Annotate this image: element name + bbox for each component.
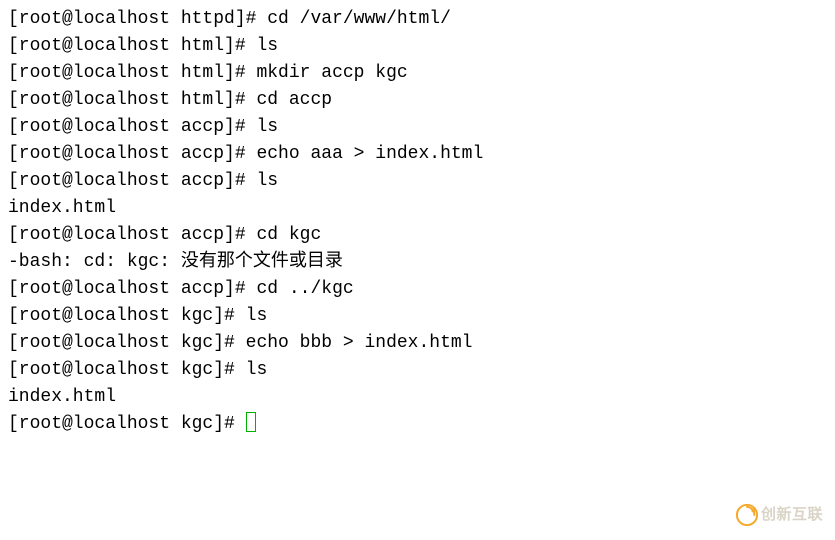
watermark: 创新互联 [736,504,823,527]
terminal-command-line: [root@localhost accp]# ls [8,168,827,195]
command-text: ls [246,306,268,326]
shell-prompt: [root@localhost kgc]# [8,306,246,326]
terminal-command-line: [root@localhost html]# ls [8,33,827,60]
terminal-command-line: [root@localhost kgc]# ls [8,357,827,384]
command-text: cd /var/www/html/ [267,9,451,29]
shell-prompt: [root@localhost kgc]# [8,360,246,380]
command-text: mkdir accp kgc [256,63,407,83]
terminal-command-line: [root@localhost kgc]# echo bbb > index.h… [8,330,827,357]
command-text: ls [246,360,268,380]
command-text: cd accp [256,90,332,110]
watermark-text: 创新互联 [761,504,823,527]
command-text: echo aaa > index.html [256,144,483,164]
terminal-command-line: [root@localhost accp]# echo aaa > index.… [8,141,827,168]
output-text: -bash: cd: kgc: 没有那个文件或目录 [8,252,343,272]
cursor[interactable] [246,412,256,432]
shell-prompt: [root@localhost kgc]# [8,414,246,434]
terminal-command-line: [root@localhost html]# mkdir accp kgc [8,60,827,87]
shell-prompt: [root@localhost html]# [8,36,256,56]
terminal-output-line: index.html [8,384,827,411]
shell-prompt: [root@localhost html]# [8,90,256,110]
shell-prompt: [root@localhost accp]# [8,279,256,299]
command-text: echo bbb > index.html [246,333,473,353]
terminal-command-line: [root@localhost accp]# ls [8,114,827,141]
shell-prompt: [root@localhost accp]# [8,117,256,137]
terminal-command-line: [root@localhost html]# cd accp [8,87,827,114]
shell-prompt: [root@localhost accp]# [8,225,256,245]
command-text: ls [256,171,278,191]
terminal-output-line: -bash: cd: kgc: 没有那个文件或目录 [8,249,827,276]
terminal-command-line: [root@localhost kgc]# [8,411,827,438]
watermark-logo-icon [736,504,758,526]
terminal-command-line: [root@localhost httpd]# cd /var/www/html… [8,6,827,33]
shell-prompt: [root@localhost html]# [8,63,256,83]
terminal-command-line: [root@localhost accp]# cd ../kgc [8,276,827,303]
shell-prompt: [root@localhost httpd]# [8,9,267,29]
terminal-output: [root@localhost httpd]# cd /var/www/html… [8,6,827,438]
command-text: cd kgc [256,225,321,245]
command-text: ls [256,117,278,137]
shell-prompt: [root@localhost accp]# [8,171,256,191]
terminal-output-line: index.html [8,195,827,222]
terminal-command-line: [root@localhost kgc]# ls [8,303,827,330]
command-text: cd ../kgc [256,279,353,299]
command-text: ls [256,36,278,56]
shell-prompt: [root@localhost kgc]# [8,333,246,353]
shell-prompt: [root@localhost accp]# [8,144,256,164]
output-text: index.html [8,198,116,218]
terminal-command-line: [root@localhost accp]# cd kgc [8,222,827,249]
output-text: index.html [8,387,116,407]
